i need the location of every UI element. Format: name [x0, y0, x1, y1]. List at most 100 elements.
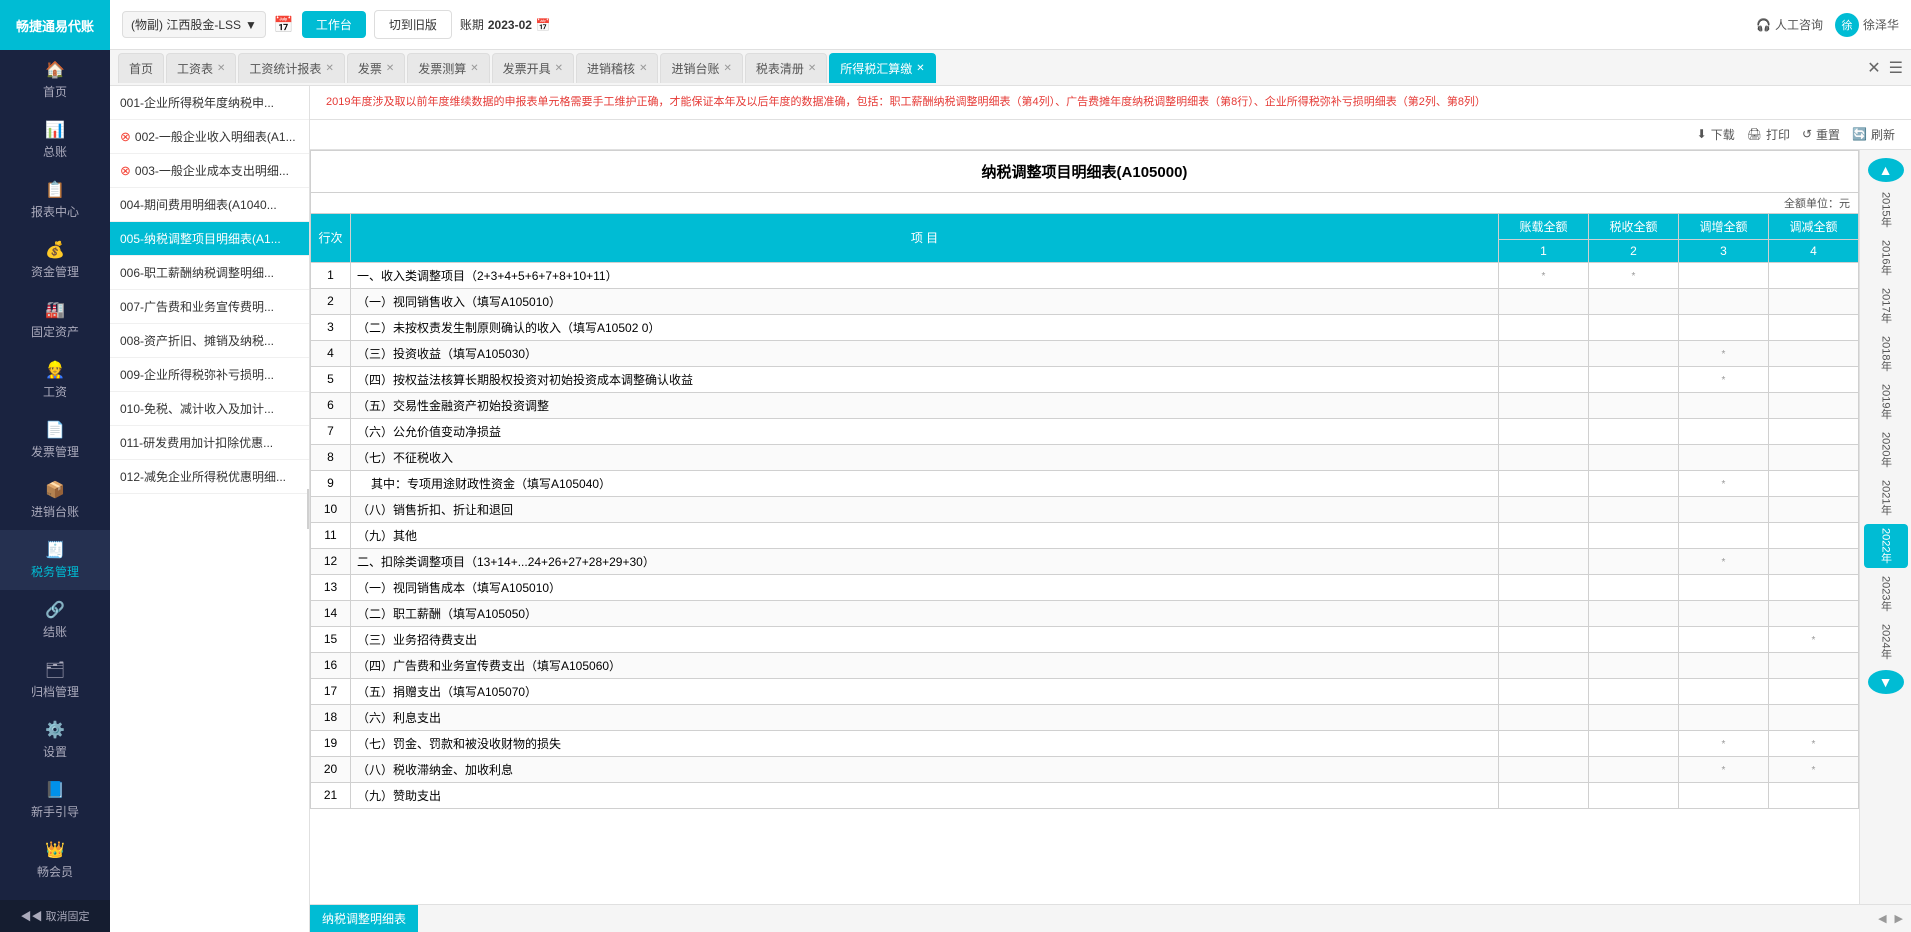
- tab-close-icon[interactable]: ✕: [639, 63, 647, 74]
- left-item-007[interactable]: 007-广告费和业务宣传费明...: [110, 290, 309, 324]
- year-item-2016[interactable]: 2016年: [1864, 236, 1908, 280]
- tab-label: 发票: [358, 60, 382, 77]
- item-label: 009-企业所得税弥补亏损明...: [120, 366, 274, 383]
- close-all-icon[interactable]: ✕: [1867, 58, 1880, 78]
- sidebar-item-salary[interactable]: 👷 工资: [0, 350, 110, 410]
- switch-old-button[interactable]: 切到旧版: [374, 10, 452, 39]
- print-label: 打印: [1766, 126, 1790, 143]
- tab-invoice-calc[interactable]: 发票测算 ✕: [407, 53, 489, 83]
- year-item-2017[interactable]: 2017年: [1864, 284, 1908, 328]
- sidebar-item-invoice[interactable]: 📄 发票管理: [0, 410, 110, 470]
- workbench-button[interactable]: 工作台: [302, 11, 366, 38]
- sidebar-item-ledger[interactable]: 📊 总账: [0, 110, 110, 170]
- item-label: 003-一般企业成本支出明细...: [135, 162, 289, 179]
- tab-income-tax[interactable]: 所得税汇算缴 ✕: [829, 53, 935, 83]
- table-row: 5 （四）按权益法核算长期股权投资对初始投资成本调整确认收益 *: [311, 366, 1859, 392]
- left-item-008[interactable]: 008-资产折旧、摊销及纳税...: [110, 324, 309, 358]
- left-item-011[interactable]: 011-研发费用加计扣除优惠...: [110, 426, 309, 460]
- download-label: 下载: [1711, 126, 1735, 143]
- tab-salary-report[interactable]: 工资统计报表 ✕: [238, 53, 344, 83]
- year-nav-up-button[interactable]: ▲: [1868, 158, 1904, 182]
- tab-close-icon[interactable]: ✕: [723, 63, 731, 74]
- tab-tax-table[interactable]: 税表清册 ✕: [745, 53, 827, 83]
- sidebar-item-archive[interactable]: 🗂 归档管理: [0, 650, 110, 710]
- tab-close-icon[interactable]: ✕: [555, 63, 563, 74]
- year-item-2018[interactable]: 2018年: [1864, 332, 1908, 376]
- company-name: (物副) 江西股金-LSS: [131, 16, 241, 33]
- service-label: 人工咨询: [1775, 16, 1823, 33]
- left-item-006[interactable]: 006-职工薪酬纳税调整明细...: [110, 256, 309, 290]
- scroll-left-icon[interactable]: ◀: [1878, 912, 1886, 925]
- sidebar-unpin-button[interactable]: ◀◀ 取消固定: [0, 900, 110, 932]
- sidebar-item-tax[interactable]: 🧾 税务管理: [0, 530, 110, 590]
- sidebar-item-report[interactable]: 📋 报表中心: [0, 170, 110, 230]
- left-item-003[interactable]: ⊗ 003-一般企业成本支出明细...: [110, 154, 309, 188]
- sidebar-item-label: 设置: [43, 743, 67, 760]
- tab-label: 税表清册: [756, 60, 804, 77]
- tab-home[interactable]: 首页: [118, 53, 164, 83]
- user-menu[interactable]: 徐 徐泽华: [1835, 13, 1899, 37]
- chevron-down-icon: ▼: [245, 18, 257, 32]
- year-item-2024[interactable]: 2024年: [1864, 620, 1908, 664]
- calendar-icon: 📅: [274, 15, 294, 35]
- left-item-004[interactable]: 004-期间费用明细表(A1040...: [110, 188, 309, 222]
- notice-bar: 2019年度涉及取以前年度维续数据的申报表单元格需要手工维护正确，才能保证本年及…: [310, 86, 1911, 120]
- sidebar-item-guide[interactable]: 📘 新手引导: [0, 770, 110, 830]
- main-area: (物副) 江西股金-LSS ▼ 📅 工作台 切到旧版 账期 2023-02 📅 …: [110, 0, 1911, 932]
- year-item-2015[interactable]: 2015年: [1864, 188, 1908, 232]
- left-item-010[interactable]: 010-免税、减计收入及加计...: [110, 392, 309, 426]
- table-row: 13 （一）视同销售成本（填写A105010）: [311, 574, 1859, 600]
- tab-close-icon[interactable]: ✕: [386, 63, 394, 74]
- tab-close-icon[interactable]: ✕: [217, 63, 225, 74]
- left-item-001[interactable]: 001-企业所得税年度纳税申...: [110, 86, 309, 120]
- year-item-2021[interactable]: 2021年: [1864, 476, 1908, 520]
- tab-close-icon[interactable]: ✕: [916, 63, 924, 74]
- tab-invoice-open[interactable]: 发票开具 ✕: [492, 53, 574, 83]
- item-label: 008-资产折旧、摊销及纳税...: [120, 332, 274, 349]
- print-button[interactable]: 🖨 打印: [1747, 126, 1790, 143]
- scroll-right-icon[interactable]: ▶: [1895, 912, 1903, 925]
- tab-label: 工资表: [177, 60, 213, 77]
- year-item-2022[interactable]: 2022年: [1864, 524, 1908, 568]
- company-selector[interactable]: (物副) 江西股金-LSS ▼: [122, 11, 266, 38]
- table-row: 3 （二）未按权责发生制原则确认的收入（填写A10502 0）: [311, 314, 1859, 340]
- sidebar-item-assets[interactable]: 🏭 固定资产: [0, 290, 110, 350]
- left-item-009[interactable]: 009-企业所得税弥补亏损明...: [110, 358, 309, 392]
- year-item-2020[interactable]: 2020年: [1864, 428, 1908, 472]
- sidebar-item-purchase[interactable]: 📦 进销台账: [0, 470, 110, 530]
- tab-close-icon[interactable]: ✕: [325, 63, 333, 74]
- service-button[interactable]: 🎧 人工咨询: [1756, 16, 1823, 33]
- tab-salary-table[interactable]: 工资表 ✕: [166, 53, 236, 83]
- sidebar-item-close[interactable]: 🔗 结账: [0, 590, 110, 650]
- left-item-012[interactable]: 012-减免企业所得税优惠明细...: [110, 460, 309, 494]
- sidebar-item-label: 结账: [43, 623, 67, 640]
- year-item-2023[interactable]: 2023年: [1864, 572, 1908, 616]
- left-item-005[interactable]: 005-纳税调整项目明细表(A1...: [110, 222, 309, 256]
- tab-invoice[interactable]: 发票 ✕: [347, 53, 405, 83]
- tab-close-icon[interactable]: ✕: [470, 63, 478, 74]
- bottom-strip: 纳税调整明细表 ◀ ▶: [310, 904, 1911, 932]
- sidebar-item-label: 资金管理: [31, 263, 79, 280]
- tab-label: 工资统计报表: [249, 60, 321, 77]
- table-row: 20 （八）税收滞纳金、加收利息 * *: [311, 756, 1859, 782]
- sidebar-item-finance[interactable]: 💰 资金管理: [0, 230, 110, 290]
- sidebar-item-member[interactable]: 👑 畅会员: [0, 830, 110, 890]
- bottom-tab-adjust[interactable]: 纳税调整明细表: [310, 905, 418, 932]
- refresh-button[interactable]: 🔄 刷新: [1852, 126, 1895, 143]
- reset-button[interactable]: ↺ 重置: [1802, 126, 1840, 143]
- sidebar-item-label: 工资: [43, 383, 67, 400]
- left-item-002[interactable]: ⊗ 002-一般企业收入明细表(A1...: [110, 120, 309, 154]
- tab-ledger[interactable]: 进销台账 ✕: [660, 53, 742, 83]
- bottom-tab-label: 纳税调整明细表: [322, 910, 406, 927]
- bottom-strip-right: ◀ ▶: [1878, 912, 1911, 925]
- year-item-2019[interactable]: 2019年: [1864, 380, 1908, 424]
- tab-check[interactable]: 进销稽核 ✕: [576, 53, 658, 83]
- download-button[interactable]: ⬇ 下载: [1697, 126, 1735, 143]
- menu-icon[interactable]: ☰: [1889, 58, 1903, 78]
- sidebar-item-settings[interactable]: ⚙️ 设置: [0, 710, 110, 770]
- period-selector[interactable]: 账期 2023-02 📅: [460, 16, 551, 33]
- col-header-num1: 1: [1499, 239, 1589, 262]
- tab-close-icon[interactable]: ✕: [808, 63, 816, 74]
- sidebar-item-home[interactable]: 🏠 首页: [0, 50, 110, 110]
- year-nav-down-button[interactable]: ▼: [1868, 670, 1904, 694]
